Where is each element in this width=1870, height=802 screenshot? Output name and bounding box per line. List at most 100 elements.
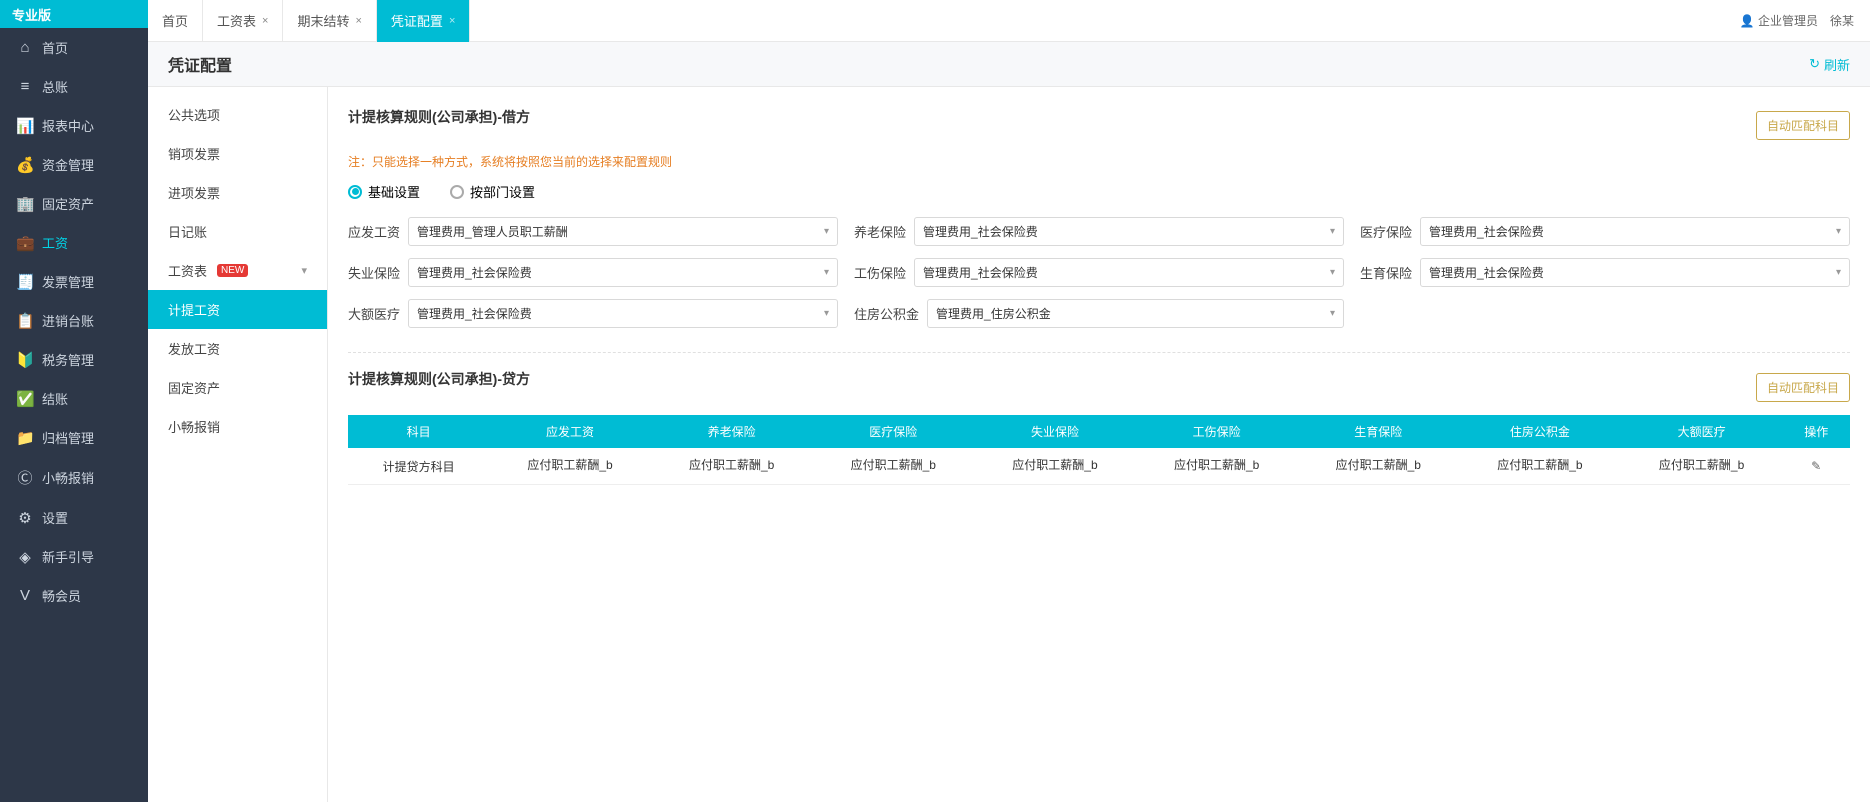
settings-icon: ⚙	[16, 509, 34, 527]
field-shiye-label: 失业保险	[348, 263, 400, 282]
chevron-down-icon: ▾	[824, 226, 829, 237]
home-icon: ⌂	[16, 39, 34, 56]
sidebar-item-label: 报表中心	[42, 116, 94, 135]
sidebar-item-payroll[interactable]: 💼 工资	[0, 223, 148, 262]
radio-basic-label: 基础设置	[368, 182, 420, 201]
nav-item-label: 固定资产	[168, 378, 220, 397]
field-yiliao-value: 管理费用_社会保险费	[1429, 223, 1836, 240]
nav-item-journal[interactable]: 日记账	[148, 212, 327, 251]
field-yingfa: 应发工资 管理费用_管理人员职工薪酬 ▾	[348, 217, 838, 246]
radio-group: 基础设置 按部门设置	[348, 182, 1850, 201]
nav-item-label: 小畅报销	[168, 417, 220, 436]
section2-header: 计提核算规则(公司承担)-贷方 自动匹配科目	[348, 369, 1850, 405]
radio-basic[interactable]: 基础设置	[348, 182, 420, 201]
sidebar-item-settings[interactable]: ⚙ 设置	[0, 498, 148, 537]
field-shengyu-select[interactable]: 管理费用_社会保险费 ▾	[1420, 258, 1850, 287]
field-shiye-select[interactable]: 管理费用_社会保险费 ▾	[408, 258, 838, 287]
radio-dept[interactable]: 按部门设置	[450, 182, 535, 201]
col-shiye: 失业保险	[974, 415, 1136, 448]
cell-shengyu: 应付职工薪酬_b	[1297, 448, 1459, 485]
sidebar-item-guide[interactable]: ◈ 新手引导	[0, 537, 148, 576]
funds-icon: 💰	[16, 156, 34, 174]
field-zhufang-label: 住房公积金	[854, 304, 919, 323]
field-zhufang-select[interactable]: 管理费用_住房公积金 ▾	[927, 299, 1344, 328]
tab-payroll-table-label: 工资表	[217, 11, 256, 30]
sidebar-item-invoice-mgmt[interactable]: 🧾 发票管理	[0, 262, 148, 301]
tab-voucher-config[interactable]: 凭证配置 ×	[377, 0, 470, 42]
cell-shiye: 应付职工薪酬_b	[974, 448, 1136, 485]
field-yanglao-select[interactable]: 管理费用_社会保险费 ▾	[914, 217, 1344, 246]
tab-period-close[interactable]: 期末结转 ×	[283, 0, 376, 42]
cell-yingfa: 应付职工薪酬_b	[489, 448, 651, 485]
nav-item-xiaochang-expense[interactable]: 小畅报销	[148, 407, 327, 446]
cell-action[interactable]: ✎	[1782, 448, 1850, 485]
chevron-down-icon: ▾	[1330, 226, 1335, 237]
edit-icon[interactable]: ✎	[1811, 459, 1821, 473]
col-daeliao: 大额医疗	[1621, 415, 1783, 448]
sidebar: 专业版 ⌂ 首页 ≡ 总账 📊 报表中心 💰 资金管理 🏢 固定资产 💼 工资 …	[0, 0, 148, 802]
field-daeliao-select[interactable]: 管理费用_社会保险费 ▾	[408, 299, 838, 328]
chevron-down-icon: ▾	[1836, 226, 1841, 237]
sidebar-item-xiaochang-reports[interactable]: Ⓒ 小畅报销	[0, 457, 148, 498]
topbar: 首页 工资表 × 期末结转 × 凭证配置 × 👤 企业管理员 徐某	[148, 0, 1870, 42]
tab-voucher-config-close[interactable]: ×	[449, 15, 455, 27]
col-yiliao: 医疗保险	[812, 415, 974, 448]
sidebar-item-label: 固定资产	[42, 194, 94, 213]
auto-match-button-1[interactable]: 自动匹配科目	[1756, 111, 1850, 140]
nav-item-invoice-cancel[interactable]: 销项发票	[148, 134, 327, 173]
field-daeliao-label: 大额医疗	[348, 304, 400, 323]
refresh-button[interactable]: ↻ 刷新	[1809, 55, 1850, 74]
sidebar-item-archive[interactable]: 📁 归档管理	[0, 418, 148, 457]
field-yanglao: 养老保险 管理费用_社会保险费 ▾	[854, 217, 1344, 246]
field-shiye-value: 管理费用_社会保险费	[417, 264, 824, 281]
nav-item-fixed-assets[interactable]: 固定资产	[148, 368, 327, 407]
cell-daeliao: 应付职工薪酬_b	[1621, 448, 1783, 485]
field-zhufang: 住房公积金 管理费用_住房公积金 ▾	[854, 299, 1344, 328]
refresh-label: 刷新	[1824, 55, 1850, 74]
sidebar-item-ledger[interactable]: ≡ 总账	[0, 67, 148, 106]
tab-payroll-table-close[interactable]: ×	[262, 15, 268, 27]
sidebar-item-label: 工资	[42, 233, 68, 252]
page-header: 凭证配置 ↻ 刷新	[148, 42, 1870, 87]
sidebar-item-tax-mgmt[interactable]: 🔰 税务管理	[0, 340, 148, 379]
payroll-icon: 💼	[16, 234, 34, 252]
chevron-down-icon: ▾	[1330, 308, 1335, 319]
field-daeliao-value: 管理费用_社会保险费	[417, 305, 824, 322]
new-badge: NEW	[217, 264, 248, 277]
field-yingfa-value: 管理费用_管理人员职工薪酬	[417, 223, 824, 240]
cell-subject: 计提贷方科目	[348, 448, 489, 485]
col-yanglao: 养老保险	[651, 415, 813, 448]
nav-item-public-options[interactable]: 公共选项	[148, 95, 327, 134]
cell-zhufang: 应付职工薪酬_b	[1459, 448, 1621, 485]
field-shengyu: 生育保险 管理费用_社会保险费 ▾	[1360, 258, 1850, 287]
sidebar-item-label: 发票管理	[42, 272, 94, 291]
section1-header: 计提核算规则(公司承担)-借方 自动匹配科目	[348, 107, 1850, 143]
nav-item-pay-payroll[interactable]: 发放工资	[148, 329, 327, 368]
nav-item-invoice-input[interactable]: 进项发票	[148, 173, 327, 212]
nav-item-label: 计提工资	[168, 300, 220, 319]
sidebar-item-reports[interactable]: 📊 报表中心	[0, 106, 148, 145]
nav-item-payroll-table[interactable]: 工资表 NEW ▾	[148, 251, 327, 290]
nav-item-label: 进项发票	[168, 183, 220, 202]
auto-match-button-2[interactable]: 自动匹配科目	[1756, 373, 1850, 402]
sidebar-item-sales-ledger[interactable]: 📋 进销台账	[0, 301, 148, 340]
table-header-row: 科目 应发工资 养老保险 医疗保险 失业保险 工伤保险 生育保险 住房公积金 大…	[348, 415, 1850, 448]
field-shiye: 失业保险 管理费用_社会保险费 ▾	[348, 258, 838, 287]
sidebar-item-funds[interactable]: 💰 资金管理	[0, 145, 148, 184]
field-gongshang-select[interactable]: 管理费用_社会保险费 ▾	[914, 258, 1344, 287]
sidebar-item-label: 畅会员	[42, 586, 81, 605]
sidebar-item-home[interactable]: ⌂ 首页	[0, 28, 148, 67]
sidebar-item-vip[interactable]: V 畅会员	[0, 576, 148, 615]
sidebar-item-settlement[interactable]: ✅ 结账	[0, 379, 148, 418]
field-yiliao-select[interactable]: 管理费用_社会保险费 ▾	[1420, 217, 1850, 246]
chevron-down-icon: ▾	[1836, 267, 1841, 278]
nav-item-calc-payroll[interactable]: 计提工资	[148, 290, 327, 329]
field-yanglao-value: 管理费用_社会保险费	[923, 223, 1330, 240]
field-yingfa-select[interactable]: 管理费用_管理人员职工薪酬 ▾	[408, 217, 838, 246]
tab-period-close-close[interactable]: ×	[355, 15, 361, 27]
field-yiliao-label: 医疗保险	[1360, 222, 1412, 241]
tab-payroll-table[interactable]: 工资表 ×	[203, 0, 283, 42]
sidebar-item-assets[interactable]: 🏢 固定资产	[0, 184, 148, 223]
sidebar-item-label: 小畅报销	[42, 468, 94, 487]
tab-home[interactable]: 首页	[148, 0, 203, 42]
